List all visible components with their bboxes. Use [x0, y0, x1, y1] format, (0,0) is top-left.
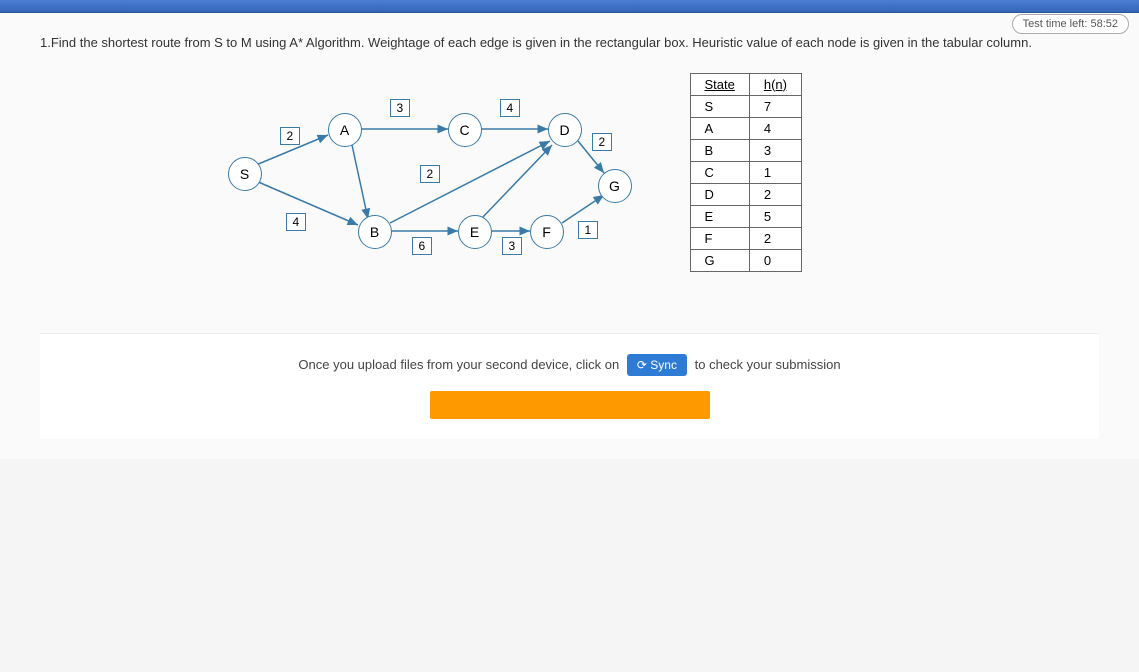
node-A: A	[328, 113, 362, 147]
content-area: 1.Find the shortest route from S to M us…	[0, 13, 1139, 459]
browser-top-bar	[0, 0, 1139, 13]
node-B: B	[358, 215, 392, 249]
sync-label: Sync	[650, 358, 677, 372]
table-row: G0	[690, 249, 801, 271]
footer-post-text: to check your submission	[695, 357, 841, 372]
graph-diagram: S A B C D E F G 2 4 3 2 4 6 3 2 1	[220, 73, 650, 273]
th-h: h(n)	[749, 73, 801, 95]
node-E: E	[458, 215, 492, 249]
table-row: C1	[690, 161, 801, 183]
weight-BE: 6	[412, 237, 433, 255]
question-text: 1.Find the shortest route from S to M us…	[40, 33, 1099, 53]
action-button[interactable]	[430, 391, 710, 419]
weight-EF: 3	[502, 237, 523, 255]
weight-CD: 4	[500, 99, 521, 117]
node-C: C	[448, 113, 482, 147]
weight-SA: 2	[280, 127, 301, 145]
node-F: F	[530, 215, 564, 249]
node-S: S	[228, 157, 262, 191]
table-row: E5	[690, 205, 801, 227]
footer: Once you upload files from your second d…	[40, 333, 1099, 439]
table-row: D2	[690, 183, 801, 205]
node-D: D	[548, 113, 582, 147]
footer-pre-text: Once you upload files from your second d…	[298, 357, 619, 372]
th-state: State	[690, 73, 749, 95]
heuristic-table: State h(n) S7 A4 B3 C1 D2 E5 F2 G0	[690, 73, 802, 272]
node-G: G	[598, 169, 632, 203]
table-row: B3	[690, 139, 801, 161]
sync-icon: ⟳	[637, 358, 647, 372]
sync-button[interactable]: ⟳ Sync	[627, 354, 687, 376]
graph-area: S A B C D E F G 2 4 3 2 4 6 3 2 1 State …	[220, 73, 920, 273]
table-row: F2	[690, 227, 801, 249]
table-row: S7	[690, 95, 801, 117]
weight-DG: 2	[592, 133, 613, 151]
weight-SB: 4	[286, 213, 307, 231]
time-left-badge: Test time left: 58:52	[1012, 14, 1129, 34]
weight-FG: 1	[578, 221, 599, 239]
weight-AB: 2	[420, 165, 441, 183]
weight-AC: 3	[390, 99, 411, 117]
table-row: A4	[690, 117, 801, 139]
